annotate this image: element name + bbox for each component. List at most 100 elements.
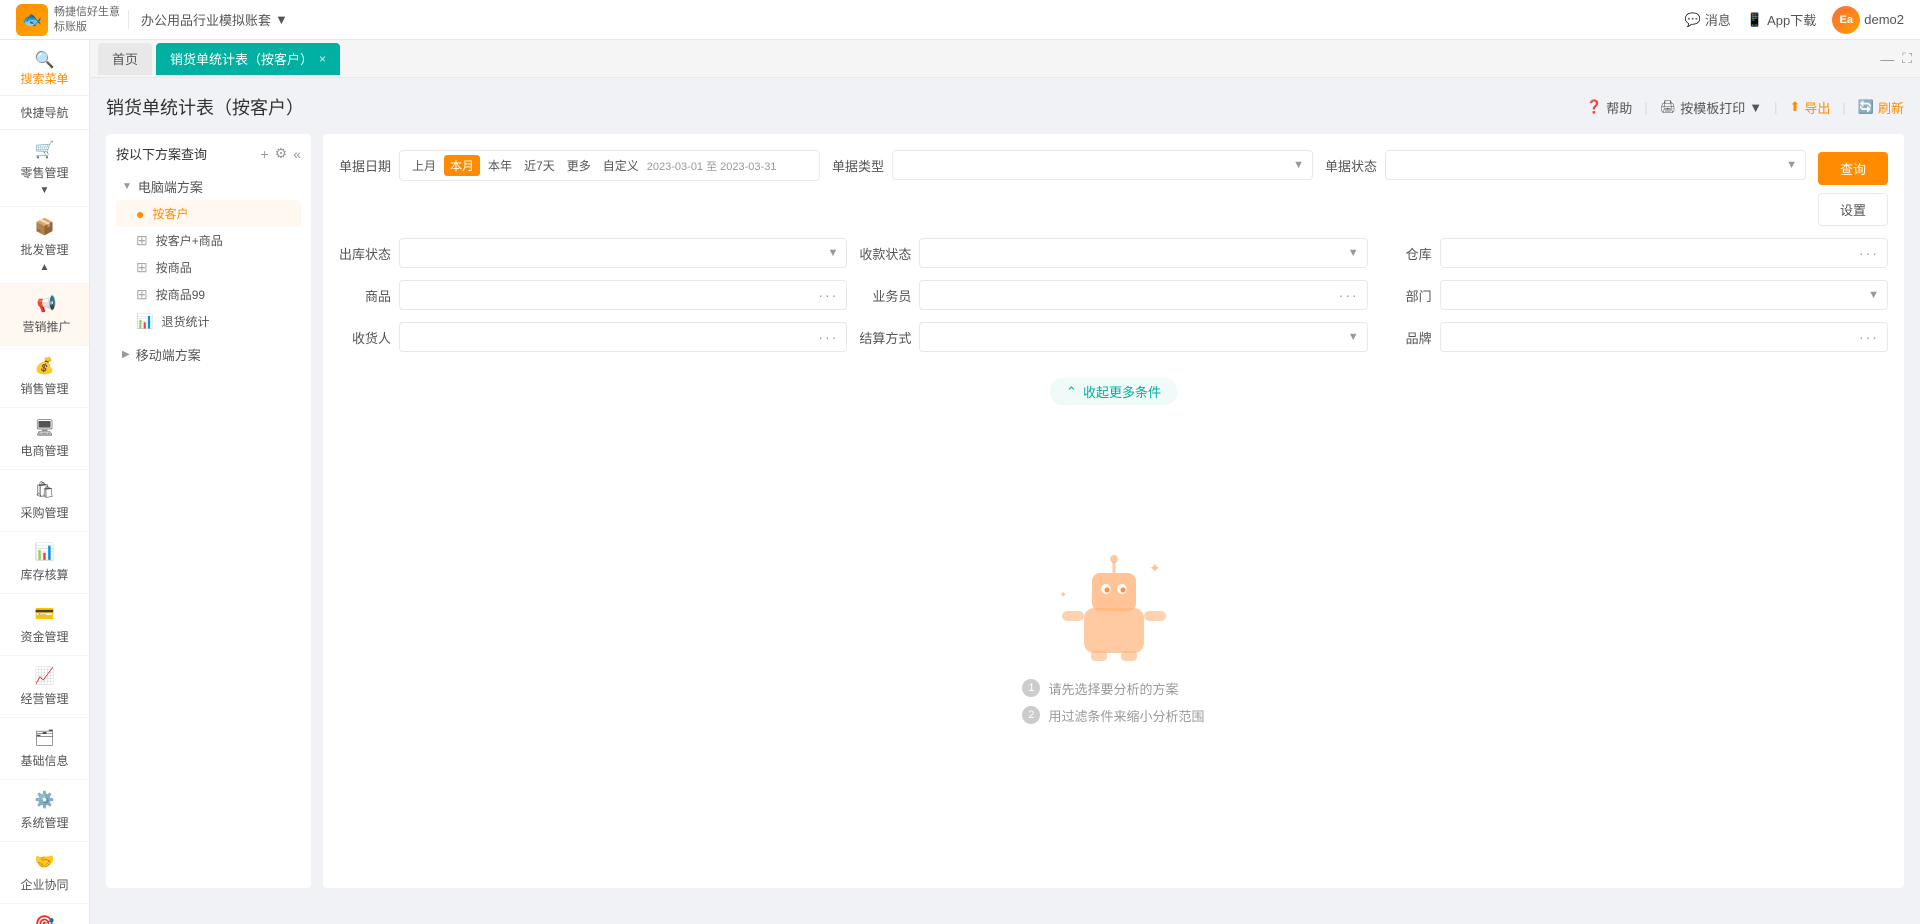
print-dropdown-icon: ▼ <box>1749 100 1762 115</box>
message-icon: 💬 <box>1685 12 1701 28</box>
sidebar-item-retail[interactable]: 🛒 零售管理 ▼ <box>0 130 89 207</box>
department-dropdown-icon: ▼ <box>1868 289 1879 301</box>
salesperson-more-icon: ··· <box>1339 287 1359 303</box>
department-label: 部门 <box>1380 286 1432 305</box>
refresh-icon: 🔄 <box>1858 99 1874 115</box>
sidebar-quick-nav[interactable]: 快捷导航 <box>0 96 89 130</box>
department-select[interactable]: ▼ <box>1440 280 1888 310</box>
sidebar-item-marketing[interactable]: 📢 营销推广 <box>0 284 89 346</box>
scheme-by-customer-product[interactable]: ⊞ 按客户+商品 <box>116 227 301 254</box>
collection-status-dropdown-icon: ▼ <box>1348 247 1359 259</box>
collapse-icon: ⌃ <box>1066 384 1077 400</box>
export-icon: ⬆ <box>1789 99 1800 115</box>
scheme-panel-header: 按以下方案查询 + ⚙ « <box>116 144 301 163</box>
date-this-month-btn[interactable]: 本月 <box>444 155 480 176</box>
app-logo: 🐟 畅捷信好生意 标账版 <box>16 4 120 36</box>
brand-label: 品牌 <box>1380 328 1432 347</box>
purchase-icon: 🛍 <box>34 480 54 500</box>
sidebar-item-guide[interactable]: 🎯 新手引导 <box>0 904 89 924</box>
tab-active[interactable]: 销货单统计表（按客户） × <box>156 43 340 75</box>
tab-close-button[interactable]: × <box>319 52 326 66</box>
sidebar-search[interactable]: 🔍 搜索菜单 <box>0 40 89 96</box>
scheme-by-product[interactable]: ⊞ 按商品 <box>116 254 301 281</box>
export-button[interactable]: ⬆ 导出 <box>1789 98 1830 117</box>
user-profile[interactable]: Ea demo2 <box>1832 6 1904 34</box>
warehouse-select[interactable]: ··· <box>1440 238 1888 268</box>
add-scheme-button[interactable]: + <box>260 146 268 162</box>
collapse-row: ⌃ 收起更多条件 <box>339 378 1888 405</box>
product-select[interactable]: ··· <box>399 280 847 310</box>
scheme-by-product99[interactable]: ⊞ 按商品99 <box>116 281 301 308</box>
desktop-scheme-section: ▼ 电脑端方案 ● 按客户 ⊞ 按客户+商品 <box>116 173 301 335</box>
salesperson-select[interactable]: ··· <box>919 280 1367 310</box>
consignee-select[interactable]: ··· <box>399 322 847 352</box>
brand-more-icon: ··· <box>1859 329 1879 345</box>
tab-home[interactable]: 首页 <box>98 43 152 75</box>
salesperson-label: 业务员 <box>859 286 911 305</box>
doc-status-select[interactable]: ▼ <box>1385 150 1806 180</box>
settings-scheme-button[interactable]: ⚙ <box>275 145 288 162</box>
date-last-month-btn[interactable]: 上月 <box>408 155 440 176</box>
tab-minimize-button[interactable]: — <box>1880 51 1894 67</box>
guide-icon: 🎯 <box>35 914 55 924</box>
filter-panel: 单据日期 上月 本月 本年 近7天 更多 自定义 2023-03-01 至 20… <box>323 134 1904 888</box>
print-icon: 🖨 <box>1660 99 1677 115</box>
sidebar-item-inventory[interactable]: 📊 库存核算 <box>0 532 89 594</box>
sidebar-item-wholesale[interactable]: 📦 批发管理 ▲ <box>0 207 89 284</box>
message-button[interactable]: 💬 消息 <box>1685 10 1731 29</box>
ecommerce-icon: 🖥 <box>34 418 54 438</box>
brand-select[interactable]: ··· <box>1440 322 1888 352</box>
sidebar-item-system[interactable]: ⚙️ 系统管理 <box>0 780 89 842</box>
doc-type-select[interactable]: ▼ <box>892 150 1313 180</box>
workspace-title[interactable]: 办公用品行业模拟账套 ▼ <box>128 10 288 29</box>
sidebar-item-purchase[interactable]: 🛍 采购管理 <box>0 470 89 532</box>
tab-maximize-button[interactable]: ⛶ <box>1902 50 1912 67</box>
settings-button[interactable]: 设置 <box>1818 193 1888 226</box>
date-custom-btn[interactable]: 自定义 <box>599 155 643 176</box>
collection-status-select[interactable]: ▼ <box>919 238 1367 268</box>
svg-text:✦: ✦ <box>1059 590 1067 601</box>
settlement-select[interactable]: ▼ <box>919 322 1367 352</box>
collapse-scheme-button[interactable]: « <box>293 146 301 162</box>
date-this-year-btn[interactable]: 本年 <box>484 155 516 176</box>
date-last7-btn[interactable]: 近7天 <box>520 155 559 176</box>
svg-text:✦: ✦ <box>1149 560 1161 576</box>
sidebar-item-sales[interactable]: 💰 销售管理 <box>0 346 89 408</box>
inventory-icon: 📊 <box>35 542 55 562</box>
app-download-button[interactable]: 📱 App下载 <box>1747 10 1816 29</box>
consignee-more-icon: ··· <box>818 329 838 345</box>
system-icon: ⚙️ <box>35 790 55 810</box>
wholesale-icon: 📦 <box>35 217 55 237</box>
doc-type-dropdown-icon: ▼ <box>1293 159 1304 171</box>
logo-icon: 🐟 <box>16 4 48 36</box>
desktop-section-header[interactable]: ▼ 电脑端方案 <box>116 173 301 200</box>
sidebar-item-basic[interactable]: 🗂 基础信息 <box>0 718 89 780</box>
marketing-icon: 📢 <box>37 294 57 314</box>
sidebar-item-finance[interactable]: 💳 资金管理 <box>0 594 89 656</box>
page-actions: ❓ 帮助 | 🖨 按模板打印 ▼ | ⬆ 导出 <box>1586 98 1904 117</box>
scheme-panel: 按以下方案查询 + ⚙ « ▼ 电脑端方案 <box>106 134 311 888</box>
mobile-section-header[interactable]: ▶ 移动端方案 <box>116 341 301 368</box>
date-more-btn[interactable]: 更多 <box>563 155 595 176</box>
page-title: 销货单统计表（按客户） <box>106 94 304 120</box>
refresh-button[interactable]: 🔄 刷新 <box>1858 98 1904 117</box>
logo-text: 畅捷信好生意 标账版 <box>54 5 120 34</box>
sidebar-item-operations[interactable]: 📈 经营管理 <box>0 656 89 718</box>
out-status-select[interactable]: ▼ <box>399 238 847 268</box>
sidebar-item-ecommerce[interactable]: 🖥 电商管理 <box>0 408 89 470</box>
sales-icon: 💰 <box>35 356 55 376</box>
dropdown-icon: ▼ <box>275 12 288 27</box>
help-button[interactable]: ❓ 帮助 <box>1586 98 1632 117</box>
product-more-icon: ··· <box>818 287 838 303</box>
empty-tip-2: 2 用过滤条件来缩小分析范围 <box>1022 706 1204 725</box>
help-icon: ❓ <box>1586 99 1602 115</box>
scheme-return-stats[interactable]: 📊 退货统计 <box>116 308 301 335</box>
sidebar-item-enterprise[interactable]: 🤝 企业协同 <box>0 842 89 904</box>
collapse-button[interactable]: ⌃ 收起更多条件 <box>1050 378 1177 405</box>
query-button[interactable]: 查询 <box>1818 152 1888 185</box>
doc-status-label: 单据状态 <box>1325 156 1377 175</box>
scheme-by-customer[interactable]: ● 按客户 <box>116 200 301 227</box>
settlement-dropdown-icon: ▼ <box>1348 331 1359 343</box>
print-template-button[interactable]: 🖨 按模板打印 ▼ <box>1660 98 1762 117</box>
section-expand-icon: ▼ <box>122 181 132 192</box>
